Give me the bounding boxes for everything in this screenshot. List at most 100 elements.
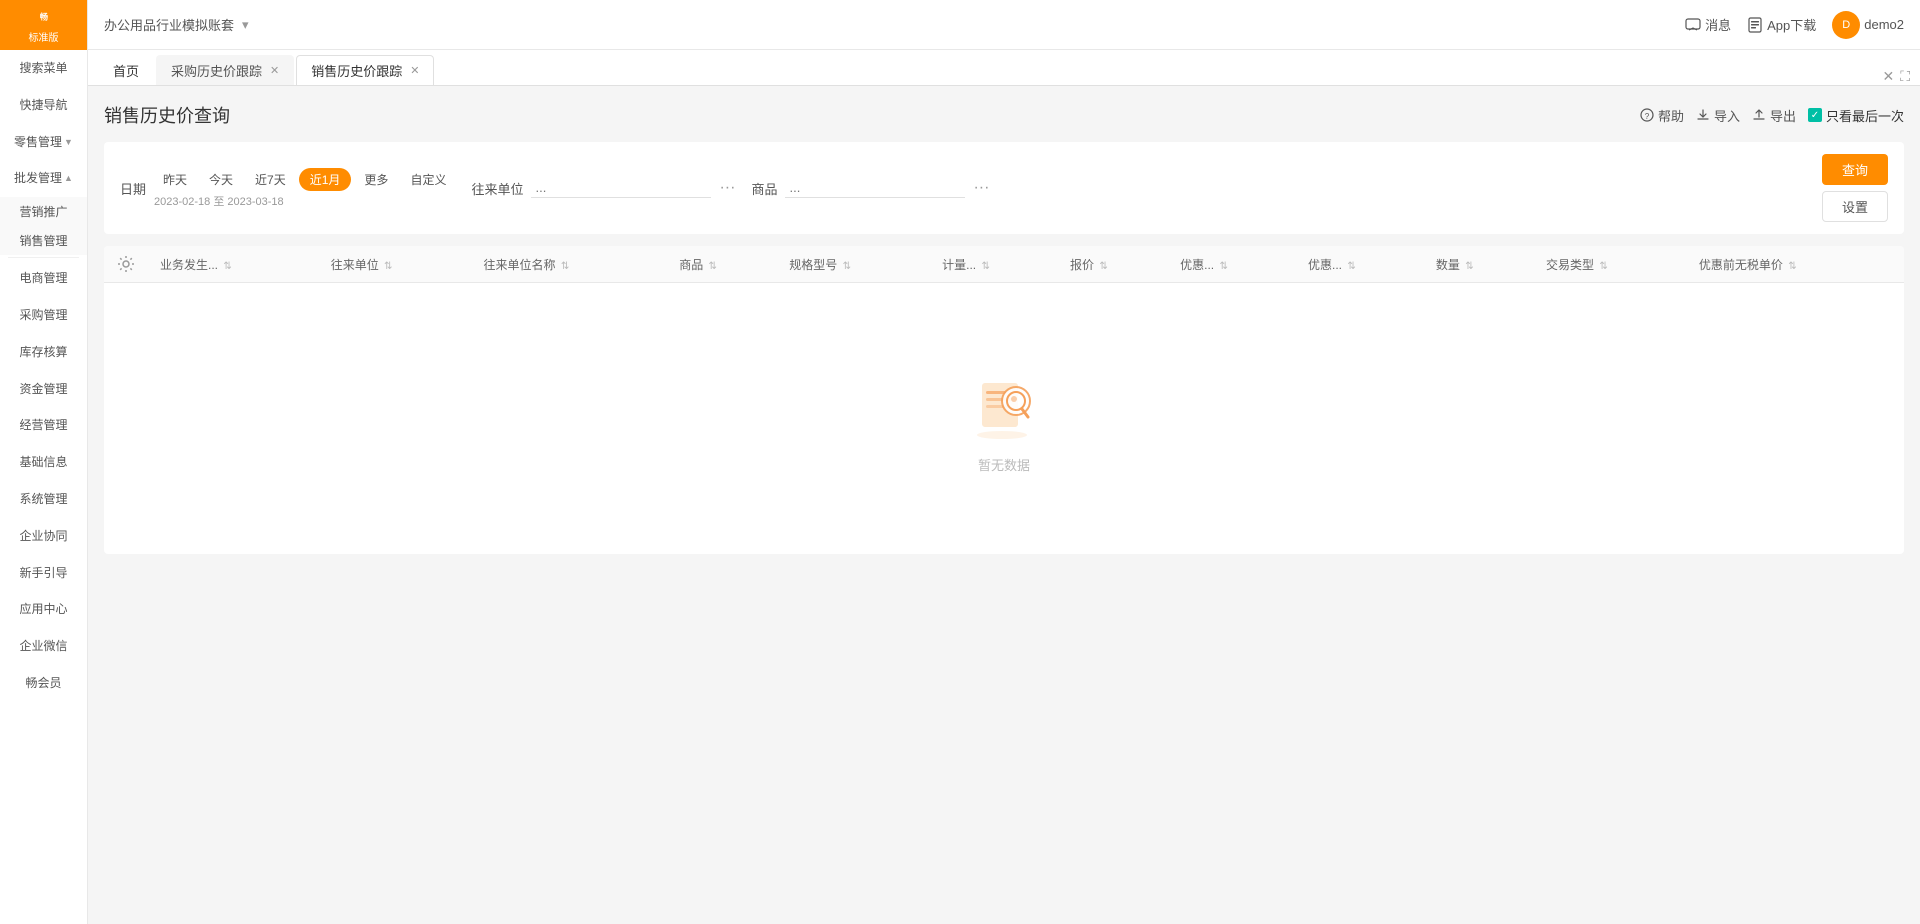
date-btn-custom[interactable]: 自定义 [401,168,455,191]
sort-icon-biz-date: ⇅ [223,261,231,272]
settings-button[interactable]: 设置 [1822,191,1888,222]
sort-icon-unit: ⇅ [981,261,989,272]
user-avatar[interactable]: D demo2 [1832,11,1904,39]
partner-filter-input[interactable] [531,178,711,198]
topbar: 办公用品行业模拟账套 ▾ 消息 App下载 D demo2 [88,0,1920,50]
sidebar-item-search-menu[interactable]: 搜索菜单 [0,50,87,87]
tab-purchase-history-close[interactable]: ✕ [270,64,279,77]
goods-filter-group: 商品 ··· [751,178,989,198]
main-area: 办公用品行业模拟账套 ▾ 消息 App下载 D demo2 首页 采购历史价跟踪… [88,0,1920,924]
col-biz-date[interactable]: 业务发生... ⇅ [148,246,319,283]
topbar-left: 办公用品行业模拟账套 ▾ [104,15,249,34]
sidebar: 畅 标准版 搜索菜单 快捷导航 零售管理 ▼ 批发管理 ▲ 营销推广 销售管理 … [0,0,88,924]
sidebar-item-wholesale-mgmt[interactable]: 批发管理 ▲ [0,160,87,197]
sidebar-item-finance-mgmt[interactable]: 资金管理 [0,371,87,408]
empty-state: 暂无数据 [104,283,1904,554]
date-btn-7days[interactable]: 近7天 [246,168,295,191]
sidebar-item-retail-mgmt[interactable]: 零售管理 ▼ [0,124,87,161]
window-close-btn[interactable]: ✕ [1882,68,1894,85]
topbar-dropdown-icon[interactable]: ▾ [242,17,249,33]
sidebar-item-marketing[interactable]: 营销推广 [0,197,87,226]
col-spec[interactable]: 规格型号 ⇅ [777,246,930,283]
sidebar-item-ops-mgmt[interactable]: 经营管理 [0,407,87,444]
chevron-down-icon: ▼ [64,136,73,149]
tab-home[interactable]: 首页 [98,55,154,85]
col-quantity[interactable]: 数量 ⇅ [1424,246,1534,283]
empty-state-icon [964,363,1044,443]
empty-state-text: 暂无数据 [978,455,1030,474]
partner-filter-dots[interactable]: ··· [719,179,735,197]
topbar-right: 消息 App下载 D demo2 [1685,11,1904,39]
query-button[interactable]: 查询 [1822,154,1888,185]
sort-icon-pretax-price: ⇅ [1788,261,1796,272]
sort-icon-partner-name: ⇅ [561,261,569,272]
help-action[interactable]: ? 帮助 [1640,106,1684,125]
sidebar-item-purchase-mgmt[interactable]: 采购管理 [0,297,87,334]
col-discount2[interactable]: 优惠... ⇅ [1296,246,1424,283]
app-download-action[interactable]: App下载 [1747,15,1816,34]
export-action[interactable]: 导出 [1752,106,1796,125]
date-btn-today[interactable]: 今天 [200,168,242,191]
date-btn-more[interactable]: 更多 [355,168,397,191]
export-icon [1752,108,1766,122]
col-unit[interactable]: 计量... ⇅ [930,246,1058,283]
sidebar-item-enterprise-wechat[interactable]: 企业微信 [0,628,87,665]
sidebar-item-sales-mgmt[interactable]: 销售管理 [0,226,87,255]
sidebar-item-app-center[interactable]: 应用中心 [0,591,87,628]
table-body: 暂无数据 [104,283,1904,555]
sidebar-item-new-guide[interactable]: 新手引导 [0,555,87,592]
window-controls: ✕ ⛶ [1882,68,1910,85]
date-btn-yesterday[interactable]: 昨天 [154,168,196,191]
checkbox-checked-icon [1808,108,1822,122]
col-goods[interactable]: 商品 ⇅ [667,246,777,283]
topbar-title: 办公用品行业模拟账套 [104,15,234,34]
table-header-row: 业务发生... ⇅ 往来单位 ⇅ 往来单位名称 ⇅ 商品 [104,246,1904,283]
sidebar-item-inventory[interactable]: 库存核算 [0,334,87,371]
chevron-up-icon: ▲ [64,172,73,185]
partner-filter-group: 往来单位 ··· [471,178,735,198]
empty-state-row: 暂无数据 [104,283,1904,555]
col-partner-name[interactable]: 往来单位名称 ⇅ [472,246,668,283]
app-logo: 畅 标准版 [0,0,87,50]
goods-filter-label: 商品 [751,179,777,198]
date-range-text: 2023-02-18 至 2023-03-18 [154,193,455,209]
sidebar-item-enterprise-collab[interactable]: 企业协同 [0,518,87,555]
gear-icon[interactable] [116,254,136,274]
download-icon [1747,17,1763,33]
goods-filter-input[interactable] [785,178,965,198]
sidebar-item-ecom-mgmt[interactable]: 电商管理 [0,260,87,297]
table-settings-col [104,246,148,283]
goods-filter-dots[interactable]: ··· [973,179,989,197]
only-last-toggle[interactable]: 只看最后一次 [1808,106,1904,125]
avatar-icon: D [1832,11,1860,39]
message-action[interactable]: 消息 [1685,15,1731,34]
date-buttons: 昨天 今天 近7天 近1月 更多 自定义 [154,168,455,191]
sidebar-item-quick-nav[interactable]: 快捷导航 [0,87,87,124]
sidebar-item-sys-mgmt[interactable]: 系统管理 [0,481,87,518]
date-filter-label: 日期 [120,179,146,198]
sort-icon-spec: ⇅ [843,261,851,272]
date-btn-1month[interactable]: 近1月 [299,168,352,191]
sidebar-item-member[interactable]: 畅会员 [0,665,87,702]
logo-icon: 畅 [26,6,62,27]
filter-bar: 日期 昨天 今天 近7天 近1月 更多 自定义 2023-02-18 至 202… [104,142,1904,234]
tab-sales-history[interactable]: 销售历史价跟踪 ✕ [296,55,434,85]
data-table-container: 业务发生... ⇅ 往来单位 ⇅ 往来单位名称 ⇅ 商品 [104,246,1904,554]
import-action[interactable]: 导入 [1696,106,1740,125]
svg-text:?: ? [1645,112,1650,121]
page-header: 销售历史价查询 ? 帮助 导入 导出 只看最后一次 [104,102,1904,128]
sort-icon-quote: ⇅ [1099,261,1107,272]
col-pretax-price[interactable]: 优惠前无税单价 ⇅ [1687,246,1904,283]
tab-sales-history-close[interactable]: ✕ [410,64,419,77]
tab-purchase-history[interactable]: 采购历史价跟踪 ✕ [156,55,294,85]
col-trade-type[interactable]: 交易类型 ⇅ [1534,246,1687,283]
help-icon: ? [1640,108,1654,122]
col-partner-code[interactable]: 往来单位 ⇅ [319,246,472,283]
window-maximize-btn[interactable]: ⛶ [1900,68,1910,85]
col-quote[interactable]: 报价 ⇅ [1058,246,1168,283]
sidebar-item-basic-info[interactable]: 基础信息 [0,444,87,481]
message-icon [1685,17,1701,33]
svg-text:畅: 畅 [39,11,47,21]
col-discount1[interactable]: 优惠... ⇅ [1168,246,1296,283]
import-icon [1696,108,1710,122]
